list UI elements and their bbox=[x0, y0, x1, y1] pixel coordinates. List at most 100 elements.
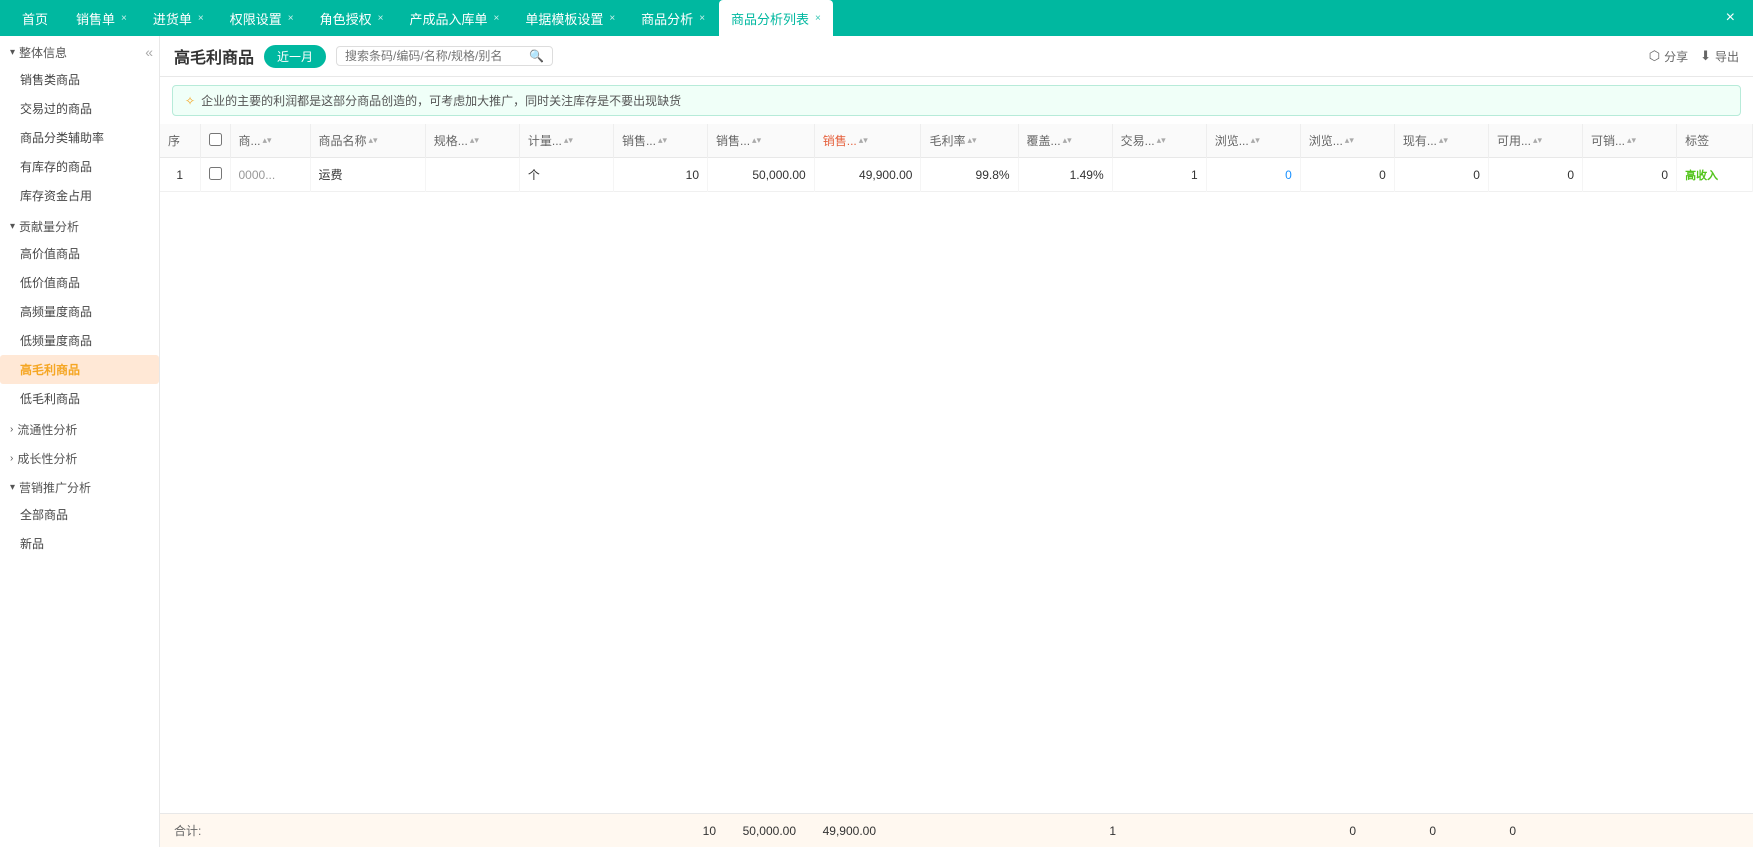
cell-unit: 个 bbox=[519, 158, 613, 192]
sidebar-item-high-value[interactable]: 高价值商品 bbox=[0, 239, 159, 268]
summary-trans: 1 bbox=[1044, 824, 1124, 838]
home-label: 首页 bbox=[22, 9, 48, 28]
th-check[interactable] bbox=[200, 124, 230, 158]
nav-home[interactable]: 首页 bbox=[8, 0, 62, 36]
marketing-title: 营销推广分析 bbox=[19, 479, 91, 496]
sidebar-item-inventory-goods-label: 有库存的商品 bbox=[20, 160, 92, 174]
th-num[interactable]: 序 bbox=[160, 124, 200, 158]
sidebar-item-low-value[interactable]: 低价值商品 bbox=[0, 268, 159, 297]
nav-sales-close[interactable]: × bbox=[121, 13, 127, 24]
nav-role-close[interactable]: × bbox=[378, 13, 384, 24]
sidebar-item-all-goods[interactable]: 全部商品 bbox=[0, 500, 159, 529]
sidebar-item-goods-assist-rate[interactable]: 商品分类辅助率 bbox=[0, 123, 159, 152]
nav-permission[interactable]: 权限设置 × bbox=[218, 0, 306, 36]
flow-title: 流通性分析 bbox=[17, 421, 77, 438]
nav-template[interactable]: 单据模板设置 × bbox=[513, 0, 627, 36]
th-current-stock[interactable]: 现有... ▴▾ bbox=[1394, 124, 1488, 158]
th-sellable[interactable]: 可销... ▴▾ bbox=[1583, 124, 1677, 158]
nav-analysis-close[interactable]: × bbox=[699, 13, 705, 24]
info-icon: ✧ bbox=[185, 94, 195, 108]
summary-sales-profit: 49,900.00 bbox=[804, 824, 884, 838]
search-input[interactable] bbox=[345, 49, 525, 63]
share-btn[interactable]: ⬡ 分享 bbox=[1649, 48, 1688, 65]
th-margin-rate[interactable]: 毛利率 ▴▾ bbox=[921, 124, 1018, 158]
sidebar-item-low-freq[interactable]: 低频量度商品 bbox=[0, 326, 159, 355]
sort-code-icon: ▴▾ bbox=[263, 136, 272, 145]
sort-available-icon: ▴▾ bbox=[1533, 136, 1542, 145]
select-all-checkbox[interactable] bbox=[209, 133, 222, 146]
nav-analysis-list[interactable]: 商品分析列表 × bbox=[719, 0, 833, 36]
sidebar: « ▾ 整体信息 销售类商品 交易过的商品 商品分类辅助率 有库存的商品 库存资… bbox=[0, 36, 160, 847]
nav-finished[interactable]: 产成品入库单 × bbox=[397, 0, 511, 36]
th-sales-amount[interactable]: 销售... ▴▾ bbox=[708, 124, 815, 158]
table-header-row: 序 商... ▴▾ 商品名称 bbox=[160, 124, 1753, 158]
export-btn[interactable]: ⬇ 导出 bbox=[1700, 48, 1739, 65]
sidebar-item-new-goods[interactable]: 新品 bbox=[0, 529, 159, 558]
th-tag[interactable]: 标签 bbox=[1677, 124, 1753, 158]
sidebar-group-flow[interactable]: › 流通性分析 bbox=[0, 413, 159, 442]
sidebar-group-wealth[interactable]: ▾ 贡献量分析 bbox=[0, 210, 159, 239]
export-icon: ⬇ bbox=[1700, 48, 1711, 64]
th-sales-qty[interactable]: 销售... ▴▾ bbox=[613, 124, 707, 158]
th-browse2[interactable]: 浏览... ▴▾ bbox=[1300, 124, 1394, 158]
page-title: 高毛利商品 bbox=[174, 44, 254, 68]
sidebar-item-high-value-label: 高价值商品 bbox=[20, 247, 80, 261]
th-code[interactable]: 商... ▴▾ bbox=[230, 124, 310, 158]
sidebar-item-inventory-occupy[interactable]: 库存资金占用 bbox=[0, 181, 159, 210]
growth-arrow: › bbox=[10, 453, 13, 464]
overall-arrow: ▾ bbox=[10, 47, 15, 58]
th-available[interactable]: 可用... ▴▾ bbox=[1488, 124, 1582, 158]
th-sales-profit[interactable]: 销售... ▴▾ bbox=[814, 124, 921, 158]
sidebar-item-traded-goods[interactable]: 交易过的商品 bbox=[0, 94, 159, 123]
sidebar-item-low-margin[interactable]: 低毛利商品 bbox=[0, 384, 159, 413]
sort-cover-rate-icon: ▴▾ bbox=[1063, 136, 1072, 145]
filter-recent-month[interactable]: 近一月 bbox=[264, 45, 326, 68]
banner-text: 企业的主要的利润都是这部分商品创造的，可考虑加大推广，同时关注库存是不要出现缺货 bbox=[201, 92, 681, 109]
sidebar-item-high-freq[interactable]: 高频量度商品 bbox=[0, 297, 159, 326]
nav-analysis-label: 商品分析 bbox=[641, 9, 693, 28]
th-trans[interactable]: 交易... ▴▾ bbox=[1112, 124, 1206, 158]
nav-template-close[interactable]: × bbox=[609, 13, 615, 24]
sidebar-item-high-margin[interactable]: 高毛利商品 bbox=[0, 355, 159, 384]
table-body: 1 0000... 运费 个 10 50,000.00 49,900.00 99… bbox=[160, 158, 1753, 192]
table-row: 1 0000... 运费 个 10 50,000.00 49,900.00 99… bbox=[160, 158, 1753, 192]
nav-sales-label: 销售单 bbox=[76, 9, 115, 28]
cell-code: 0000... bbox=[230, 158, 310, 192]
content-header: 高毛利商品 近一月 🔍 ⬡ 分享 ⬇ 导出 bbox=[160, 36, 1753, 77]
tag-high-income: 高收入 bbox=[1685, 170, 1718, 182]
nav-close-all[interactable]: × bbox=[1716, 9, 1745, 27]
sidebar-item-sales-goods[interactable]: 销售类商品 bbox=[0, 65, 159, 94]
nav-finished-close[interactable]: × bbox=[493, 13, 499, 24]
nav-sales[interactable]: 销售单 × bbox=[64, 0, 139, 36]
sidebar-group-overall[interactable]: ▾ 整体信息 bbox=[0, 36, 159, 65]
cell-browse1[interactable]: 0 bbox=[1206, 158, 1300, 192]
flow-arrow: › bbox=[10, 424, 13, 435]
row-checkbox[interactable] bbox=[209, 167, 222, 180]
sort-spec-icon: ▴▾ bbox=[470, 136, 479, 145]
data-table: 序 商... ▴▾ 商品名称 bbox=[160, 124, 1753, 192]
nav-analysis-list-close[interactable]: × bbox=[815, 13, 821, 24]
th-browse1[interactable]: 浏览... ▴▾ bbox=[1206, 124, 1300, 158]
nav-finished-label: 产成品入库单 bbox=[409, 9, 487, 28]
nav-purchase-close[interactable]: × bbox=[198, 13, 204, 24]
sidebar-item-low-freq-label: 低频量度商品 bbox=[20, 334, 92, 348]
sidebar-collapse-btn[interactable]: « bbox=[145, 44, 153, 60]
nav-purchase-label: 进货单 bbox=[153, 9, 192, 28]
th-name[interactable]: 商品名称 ▴▾ bbox=[310, 124, 425, 158]
sidebar-item-inventory-goods[interactable]: 有库存的商品 bbox=[0, 152, 159, 181]
th-spec[interactable]: 规格... ▴▾ bbox=[425, 124, 519, 158]
nav-role[interactable]: 角色授权 × bbox=[308, 0, 396, 36]
cell-check[interactable] bbox=[200, 158, 230, 192]
sidebar-group-growth[interactable]: › 成长性分析 bbox=[0, 442, 159, 471]
cell-num: 1 bbox=[160, 158, 200, 192]
marketing-arrow: ▾ bbox=[10, 482, 15, 493]
search-icon[interactable]: 🔍 bbox=[529, 49, 544, 63]
sidebar-group-marketing[interactable]: ▾ 营销推广分析 bbox=[0, 471, 159, 500]
nav-purchase[interactable]: 进货单 × bbox=[141, 0, 216, 36]
cell-name: 运费 bbox=[310, 158, 425, 192]
th-unit[interactable]: 计量... ▴▾ bbox=[519, 124, 613, 158]
nav-analysis[interactable]: 商品分析 × bbox=[629, 0, 717, 36]
cell-sellable: 0 bbox=[1583, 158, 1677, 192]
th-cover-rate[interactable]: 覆盖... ▴▾ bbox=[1018, 124, 1112, 158]
nav-permission-close[interactable]: × bbox=[288, 13, 294, 24]
